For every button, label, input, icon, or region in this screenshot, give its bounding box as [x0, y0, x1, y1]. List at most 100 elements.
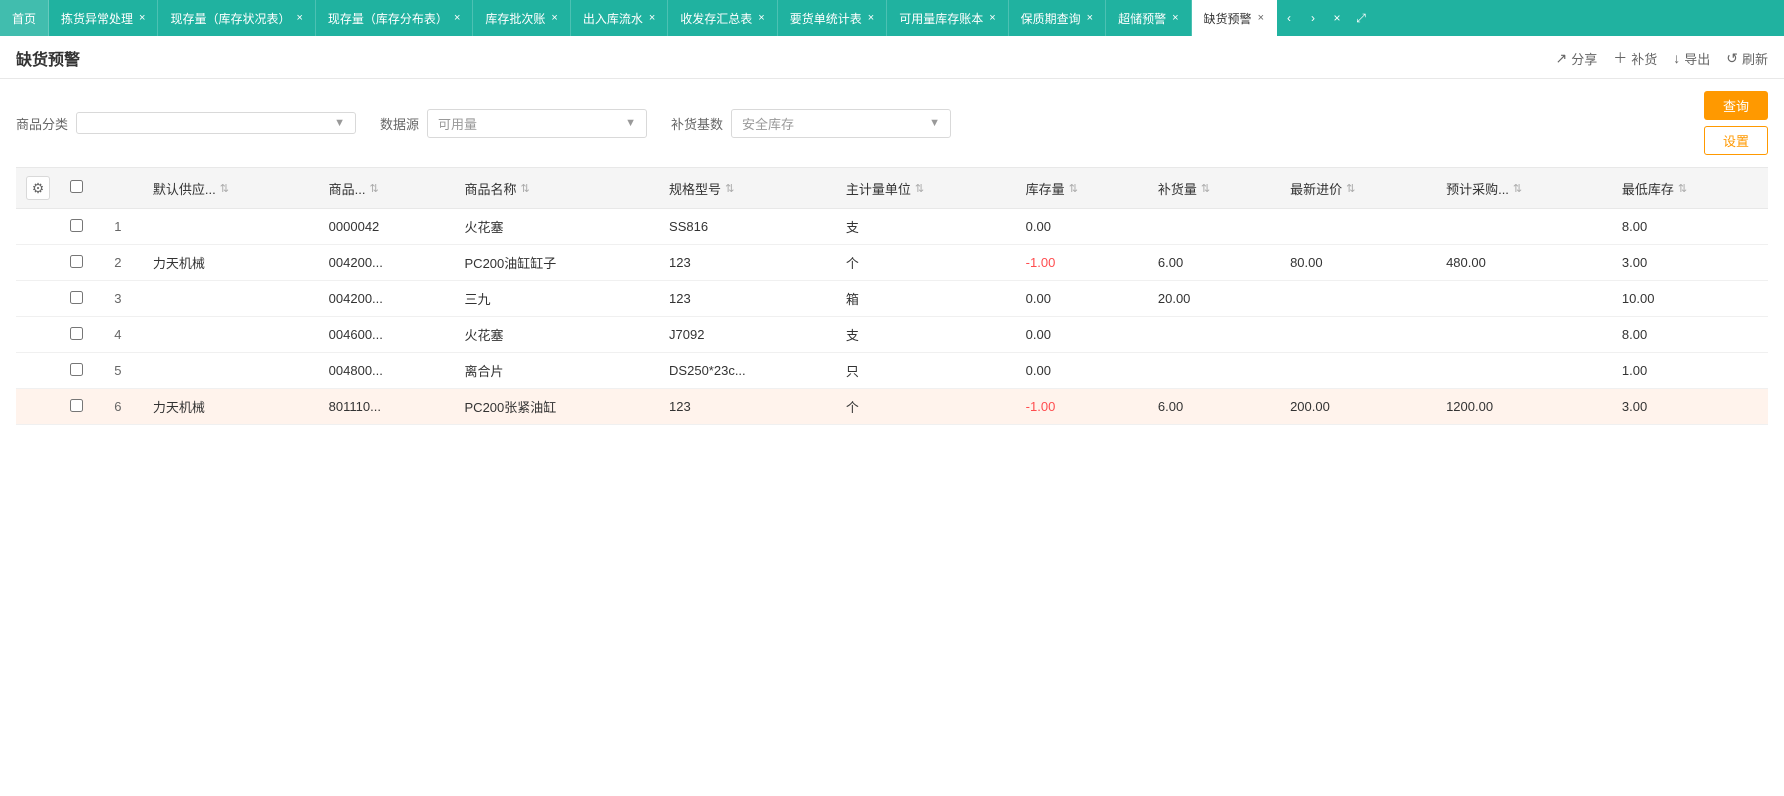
col-spec: 规格型号 ⇅: [659, 168, 836, 209]
replenish-icon: ＋: [1613, 48, 1627, 68]
row-checkbox-3[interactable]: [70, 327, 83, 340]
col-default-supplier-sort-icon[interactable]: ⇅: [220, 182, 229, 195]
col-stock: 库存量 ⇅: [1016, 168, 1148, 209]
col-unit-sort-icon[interactable]: ⇅: [915, 182, 924, 195]
row-checkbox-cell: [60, 389, 93, 425]
tab-exception[interactable]: 拣货异常处理 ×: [49, 0, 158, 36]
page-container: 缺货预警 ↗ 分享 ＋ 补货 ↓ 导出 ↺ 刷新 商品分类: [0, 36, 1784, 796]
tab-available-ledger[interactable]: 可用量库存账本 ×: [887, 0, 1008, 36]
tab-overstock[interactable]: 超储预警 ×: [1106, 0, 1191, 36]
row-spec-cell: 123: [659, 389, 836, 425]
share-btn[interactable]: ↗ 分享: [1555, 49, 1597, 68]
col-min-stock: 最低库存 ⇅: [1612, 168, 1768, 209]
row-product-code-cell: 004200...: [319, 245, 455, 281]
col-replenish-qty-sort-icon[interactable]: ⇅: [1201, 182, 1210, 195]
tab-in-out-flow-close[interactable]: ×: [649, 12, 655, 24]
tab-overstock-label: 超储预警: [1118, 10, 1166, 27]
tab-expiry-query-close[interactable]: ×: [1087, 12, 1093, 24]
row-product-name-cell: 火花塞: [455, 209, 660, 245]
tab-overstock-close[interactable]: ×: [1172, 12, 1178, 24]
col-stock-sort-icon[interactable]: ⇅: [1069, 182, 1078, 195]
row-checkbox-cell: [60, 281, 93, 317]
replenish-label: 补货: [1631, 49, 1657, 68]
datasource-label: 数据源: [380, 114, 419, 133]
tab-receive-summary-close[interactable]: ×: [758, 12, 764, 24]
tab-exception-close[interactable]: ×: [139, 12, 145, 24]
tab-inventory-dist-close[interactable]: ×: [454, 12, 460, 24]
row-replenish-qty-cell: [1148, 209, 1280, 245]
row-product-name-cell: 火花塞: [455, 317, 660, 353]
tab-batch-account-close[interactable]: ×: [551, 12, 557, 24]
share-icon: ↗: [1555, 50, 1567, 67]
tab-fullscreen-btn[interactable]: ⤢: [1349, 0, 1373, 36]
select-all-checkbox[interactable]: [70, 180, 83, 193]
row-supplier-cell: [143, 281, 319, 317]
row-product-name-cell: 离合片: [455, 353, 660, 389]
tab-close-all-btn[interactable]: ×: [1325, 0, 1349, 36]
table-body: 1 0000042 火花塞 SS816 支 0.00 8.00 2 力天机械 0…: [16, 209, 1768, 425]
col-product-code-sort-icon[interactable]: ⇅: [370, 182, 379, 195]
row-checkbox-0[interactable]: [70, 219, 83, 232]
share-label: 分享: [1571, 49, 1597, 68]
datasource-chevron-icon: ▼: [625, 117, 636, 129]
row-est-purchase-cell: [1436, 281, 1612, 317]
tab-shortage-label: 缺货预警: [1204, 10, 1252, 27]
tab-inventory-dist[interactable]: 现存量（库存分布表） ×: [316, 0, 473, 36]
row-min-stock-cell: 8.00: [1612, 209, 1768, 245]
category-select[interactable]: ▼: [76, 112, 356, 134]
tab-shortage[interactable]: 缺货预警 ×: [1192, 0, 1277, 36]
datasource-select[interactable]: 可用量 ▼: [427, 109, 647, 138]
row-product-code-cell: 004800...: [319, 353, 455, 389]
col-default-supplier: 默认供应... ⇅: [143, 168, 319, 209]
row-checkbox-4[interactable]: [70, 363, 83, 376]
query-button[interactable]: 查询: [1704, 91, 1768, 120]
tab-available-ledger-label: 可用量库存账本: [899, 10, 983, 27]
col-est-purchase-label: 预计采购...: [1446, 179, 1509, 198]
row-supplier-cell: [143, 209, 319, 245]
row-checkbox-cell: [60, 353, 93, 389]
tab-home[interactable]: 首页: [0, 0, 49, 36]
col-latest-price: 最新进价 ⇅: [1280, 168, 1436, 209]
tab-expiry-query[interactable]: 保质期查询 ×: [1009, 0, 1106, 36]
tab-exception-label: 拣货异常处理: [61, 10, 133, 27]
row-checkbox-2[interactable]: [70, 291, 83, 304]
row-settings-cell: [16, 353, 60, 389]
col-settings: ⚙: [16, 168, 60, 209]
row-replenish-qty-cell: 6.00: [1148, 245, 1280, 281]
tab-demand-stats-close[interactable]: ×: [868, 12, 874, 24]
row-latest-price-cell: [1280, 281, 1436, 317]
tab-next-btn[interactable]: ›: [1301, 0, 1325, 36]
col-product-name-sort-icon[interactable]: ⇅: [521, 182, 530, 195]
refresh-btn[interactable]: ↺ 刷新: [1726, 49, 1768, 68]
col-product-code-label: 商品...: [329, 179, 366, 198]
col-min-stock-sort-icon[interactable]: ⇅: [1678, 182, 1687, 195]
row-product-code-cell: 004200...: [319, 281, 455, 317]
replenish-base-select[interactable]: 安全库存 ▼: [731, 109, 951, 138]
replenish-base-select-value: 安全库存: [742, 114, 794, 133]
col-est-purchase-sort-icon[interactable]: ⇅: [1513, 182, 1522, 195]
col-spec-sort-icon[interactable]: ⇅: [725, 182, 734, 195]
tab-shortage-close[interactable]: ×: [1258, 12, 1264, 24]
row-checkbox-1[interactable]: [70, 255, 83, 268]
export-btn[interactable]: ↓ 导出: [1673, 49, 1710, 68]
row-checkbox-5[interactable]: [70, 399, 83, 412]
col-product-name-label: 商品名称: [465, 179, 517, 198]
tab-in-out-flow[interactable]: 出入库流水 ×: [571, 0, 668, 36]
tab-inventory-status-close[interactable]: ×: [296, 12, 302, 24]
row-num-cell: 2: [93, 245, 143, 281]
tab-prev-btn[interactable]: ‹: [1277, 0, 1301, 36]
col-est-purchase: 预计采购... ⇅: [1436, 168, 1612, 209]
tab-batch-account[interactable]: 库存批次账 ×: [473, 0, 570, 36]
replenish-btn[interactable]: ＋ 补货: [1613, 48, 1657, 68]
col-latest-price-sort-icon[interactable]: ⇅: [1346, 182, 1355, 195]
row-supplier-cell: [143, 317, 319, 353]
tab-inventory-status[interactable]: 现存量（库存状况表） ×: [158, 0, 315, 36]
tab-demand-stats[interactable]: 要货单统计表 ×: [778, 0, 887, 36]
column-settings-btn[interactable]: ⚙: [26, 176, 50, 200]
table-row: 3 004200... 三九 123 箱 0.00 20.00 10.00: [16, 281, 1768, 317]
tab-available-ledger-close[interactable]: ×: [989, 12, 995, 24]
row-settings-cell: [16, 317, 60, 353]
export-icon: ↓: [1673, 50, 1680, 66]
tab-receive-summary[interactable]: 收发存汇总表 ×: [668, 0, 777, 36]
settings-button[interactable]: 设置: [1704, 126, 1768, 155]
